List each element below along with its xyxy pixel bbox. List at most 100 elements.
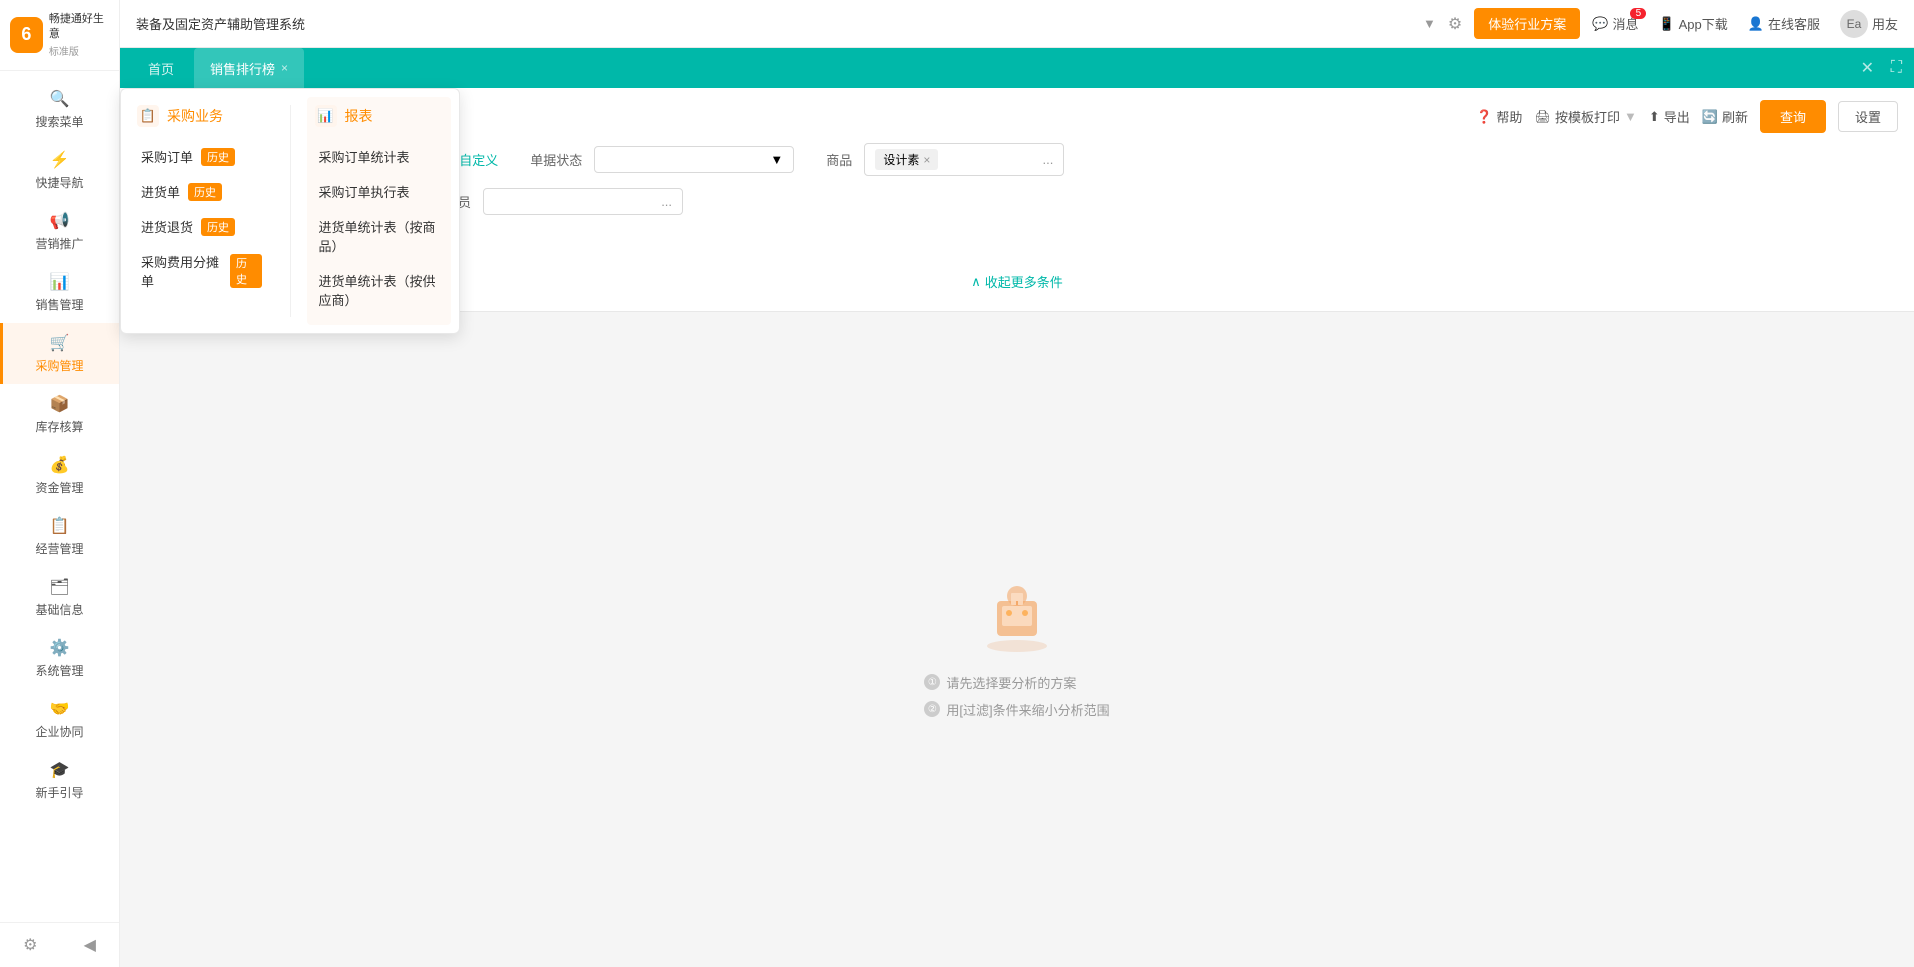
sidebar-item-search-label: 搜索菜单 (35, 113, 83, 130)
sidebar-item-marketing[interactable]: 📢 营销推广 (0, 201, 119, 262)
sidebar-item-operations[interactable]: 📋 经营管理 (0, 506, 119, 567)
logo-name: 畅捷通好生意 (49, 12, 109, 43)
header-dropdown-arrow[interactable]: ▼ (1423, 16, 1436, 31)
tab-home[interactable]: 首页 (132, 48, 190, 88)
dropdown-item-incoming-stat-goods[interactable]: 进货单统计表（按商品） (315, 209, 444, 263)
dropdown-col-report: 📊 报表 采购订单统计表 采购订单执行表 进货单统计表（按商品） 进货单统计表（… (307, 97, 452, 325)
print-label: 按模板打印 (1555, 107, 1620, 126)
export-label: 导出 (1664, 107, 1690, 126)
sidebar-item-purchase[interactable]: 🛒 采购管理 (0, 323, 119, 384)
user-avatar: Ea (1840, 10, 1868, 38)
sidebar-collapse-icon[interactable]: ◀ (84, 935, 96, 955)
salesperson-select[interactable]: ... (483, 188, 683, 215)
sidebar-item-search[interactable]: 🔍 搜索菜单 (0, 79, 119, 140)
empty-state: ① 请先选择要分析的方案 ② 用[过滤]条件来缩小分析范围 (120, 312, 1914, 967)
messages-btn[interactable]: 💬 消息 5 (1592, 14, 1638, 33)
tab-bar-close-icon[interactable]: ✕ (1861, 58, 1874, 78)
sidebar-item-sales[interactable]: 📊 销售管理 (0, 262, 119, 323)
enterprise-icon: 🤝 (50, 699, 70, 719)
dropdown-item-incoming[interactable]: 进货单 历史 (137, 174, 266, 209)
sidebar-item-inventory[interactable]: 📦 库存核算 (0, 384, 119, 445)
tab-sales-rank[interactable]: 销售排行榜 × (194, 48, 304, 88)
app-download-btn[interactable]: 📱 App下载 (1658, 14, 1727, 33)
goods-label: 商品 (826, 150, 852, 169)
status-select[interactable]: ▼ (594, 146, 794, 173)
tab-close-icon[interactable]: × (281, 61, 288, 75)
purchase-col-title-text: 采购业务 (167, 106, 223, 126)
query-btn[interactable]: 查询 (1760, 100, 1826, 133)
collapse-up-icon: ∧ (971, 274, 981, 290)
goods-tag-text: 设计素 (883, 151, 919, 168)
system-icon: ⚙️ (50, 638, 70, 658)
collapse-label: 收起更多条件 (985, 272, 1063, 291)
sidebar-item-guide[interactable]: 🎓 新手引导 (0, 750, 119, 811)
empty-tip-2-text: 用[过滤]条件来缩小分析范围 (946, 700, 1109, 719)
sidebar-item-quick-nav[interactable]: ⚡ 快捷导航 (0, 140, 119, 201)
incoming-label: 进货单 (141, 182, 180, 201)
empty-illustration (967, 561, 1067, 661)
sidebar-settings-icon[interactable]: ⚙ (23, 935, 37, 955)
cost-history: 历史 (230, 254, 262, 288)
top-header: 装备及固定资产辅助管理系统 ▼ ⚙ 体验行业方案 💬 消息 5 📱 App下载 … (120, 0, 1914, 48)
goods-tag: 设计素 × (875, 149, 938, 170)
goods-more[interactable]: ... (1042, 152, 1053, 167)
sidebar: 6 畅捷通好生意 标准版 🔍 搜索菜单 ⚡ 快捷导航 📢 营销推广 📊 销售管理… (0, 0, 120, 967)
dropdown-item-purchase-order[interactable]: 采购订单 历史 (137, 139, 266, 174)
sidebar-item-marketing-label: 营销推广 (35, 235, 83, 252)
user-menu[interactable]: Ea 用友 (1840, 10, 1898, 38)
cost-label: 采购费用分摊单 (141, 252, 222, 290)
dropdown-item-return[interactable]: 进货退货 历史 (137, 209, 266, 244)
help-btn[interactable]: ❓ 帮助 (1476, 107, 1522, 126)
dropdown-item-order-exec[interactable]: 采购订单执行表 (315, 174, 444, 209)
goods-select[interactable]: 设计素 × ... (864, 143, 1064, 176)
sidebar-item-enterprise[interactable]: 🤝 企业协同 (0, 689, 119, 750)
online-service-btn[interactable]: 👤 在线客服 (1748, 14, 1820, 33)
sidebar-item-enterprise-label: 企业协同 (35, 723, 83, 740)
report-col-title-text: 报表 (345, 106, 373, 126)
refresh-btn[interactable]: 🔄 刷新 (1702, 107, 1748, 126)
help-label: 帮助 (1496, 107, 1522, 126)
print-dropdown-icon: ▼ (1624, 109, 1637, 124)
tip-num-1: ① (924, 674, 940, 690)
refresh-label: 刷新 (1722, 107, 1748, 126)
salesperson-more[interactable]: ... (661, 194, 672, 209)
settings-icon[interactable]: ⚙ (1448, 14, 1462, 34)
dropdown-item-incoming-stat-supplier[interactable]: 进货单统计表（按供应商） (315, 263, 444, 317)
tab-bar: 首页 销售排行榜 × ✕ ⛶ (120, 48, 1914, 88)
service-icon: 👤 (1748, 16, 1764, 32)
purchase-col-icon: 📋 (137, 105, 159, 127)
goods-tag-close[interactable]: × (923, 153, 930, 167)
shortcut-custom[interactable]: 自定义 (459, 150, 498, 169)
sidebar-item-inventory-label: 库存核算 (35, 418, 83, 435)
quick-nav-icon: ⚡ (50, 150, 70, 170)
tab-home-label: 首页 (148, 59, 174, 78)
sidebar-item-guide-label: 新手引导 (35, 784, 83, 801)
guide-icon: 🎓 (50, 760, 70, 780)
industry-btn[interactable]: 体验行业方案 (1474, 8, 1580, 39)
dropdown-item-order-stat[interactable]: 采购订单统计表 (315, 139, 444, 174)
export-btn[interactable]: ⬆ 导出 (1649, 107, 1690, 126)
operations-icon: 📋 (50, 516, 70, 536)
export-icon: ⬆ (1649, 109, 1660, 125)
sidebar-item-system[interactable]: ⚙️ 系统管理 (0, 628, 119, 689)
marketing-icon: 📢 (50, 211, 70, 231)
purchase-icon: 🛒 (50, 333, 70, 353)
sidebar-item-basic-info[interactable]: 🗂 基础信息 (0, 567, 119, 628)
dropdown-col-purchase: 📋 采购业务 采购订单 历史 进货单 历史 进货退货 历史 采购费用分摊单 (137, 105, 266, 317)
purchase-order-history: 历史 (201, 148, 235, 166)
order-stat-label: 采购订单统计表 (319, 147, 410, 166)
tab-expand-icon[interactable]: ⛶ (1891, 59, 1902, 77)
sidebar-item-finance[interactable]: 💰 资金管理 (0, 445, 119, 506)
incoming-history: 历史 (188, 183, 222, 201)
empty-tip-1-text: 请先选择要分析的方案 (946, 673, 1076, 692)
sales-icon: 📊 (50, 272, 70, 292)
sidebar-item-quick-nav-label: 快捷导航 (35, 174, 83, 191)
dropdown-item-cost[interactable]: 采购费用分摊单 历史 (137, 244, 266, 298)
sidebar-logo: 6 畅捷通好生意 标准版 (0, 0, 119, 71)
dropdown-col-purchase-title: 📋 采购业务 (137, 105, 266, 127)
logo-badge: 标准版 (49, 43, 109, 58)
print-btn[interactable]: 🖨 按模板打印 ▼ (1534, 107, 1636, 126)
settings-btn[interactable]: 设置 (1838, 101, 1898, 132)
sidebar-bottom: ⚙ ◀ (0, 922, 119, 967)
dropdown-col-report-title: 📊 报表 (315, 105, 444, 127)
